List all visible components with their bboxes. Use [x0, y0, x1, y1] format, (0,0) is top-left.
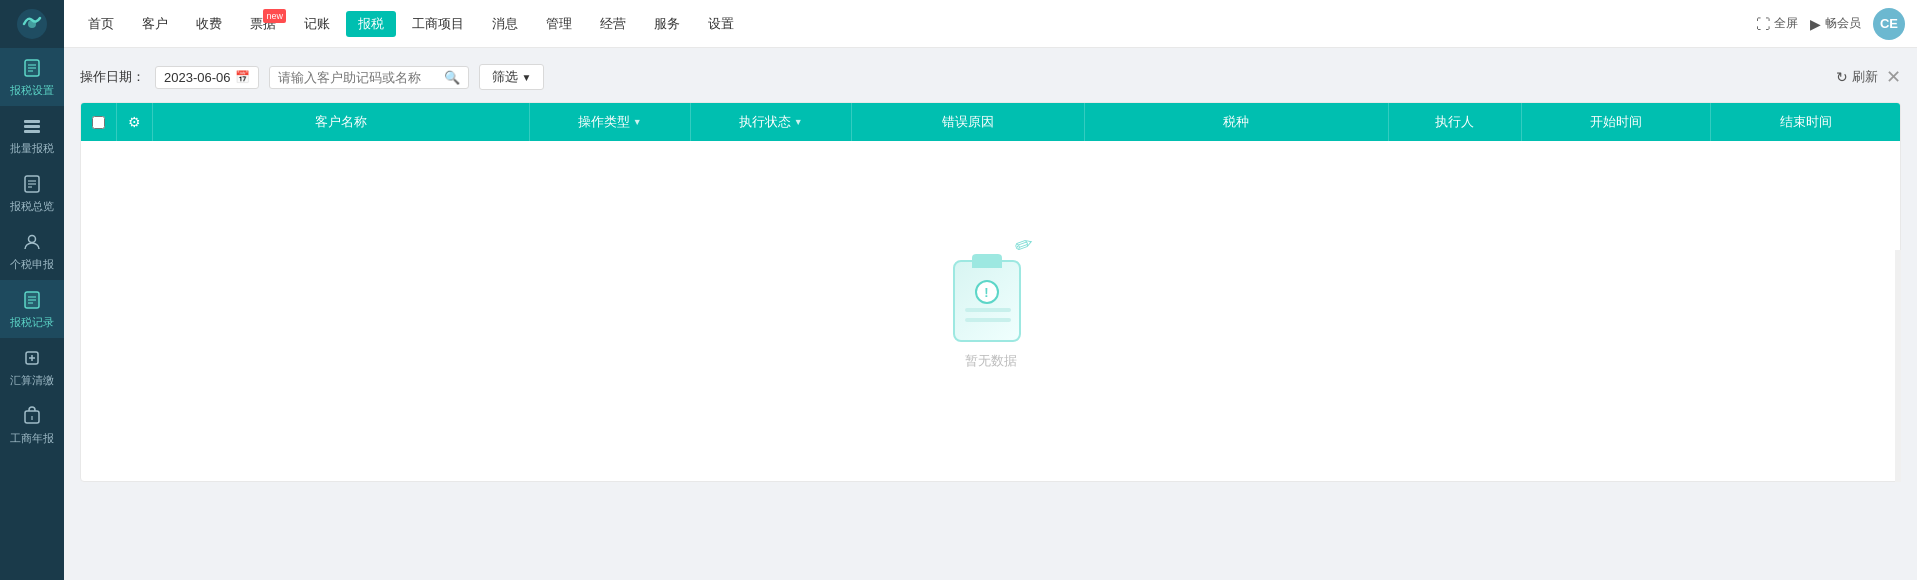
gear-icon: ⚙ [128, 114, 141, 130]
clipboard-body: ! [953, 260, 1021, 342]
sidebar-item-label: 报税总览 [10, 199, 54, 214]
nav-customer[interactable]: 客户 [130, 11, 180, 37]
sidebar-item-label: 个税申报 [10, 257, 54, 272]
sidebar-item-batch-tax[interactable]: 批量报税 [0, 106, 64, 164]
chevron-down-icon: ▼ [522, 72, 532, 83]
clipboard-clip [972, 254, 1002, 268]
annual-report-icon [20, 404, 44, 428]
nav-messages[interactable]: 消息 [480, 11, 530, 37]
nav-billing[interactable]: 收费 [184, 11, 234, 37]
th-end-time: 结束时间 [1711, 103, 1900, 141]
tax-records-icon [20, 288, 44, 312]
filter-button[interactable]: 筛选 ▼ [479, 64, 545, 90]
sidebar-item-tax-records[interactable]: 报税记录 [0, 280, 64, 338]
filter-sort-icon: ▼ [794, 117, 803, 127]
tax-overview-icon [20, 172, 44, 196]
sidebar-item-label: 报税记录 [10, 315, 54, 330]
user-avatar[interactable]: CE [1873, 8, 1905, 40]
search-wrapper: 🔍 [269, 66, 469, 89]
nav-tax[interactable]: 报税 [346, 11, 396, 37]
calendar-icon: 📅 [235, 70, 250, 84]
table-header: ⚙ 客户名称 操作类型 ▼ 执行状态 ▼ [81, 103, 1900, 141]
refresh-icon: ↻ [1836, 69, 1848, 85]
th-checkbox[interactable] [81, 103, 117, 141]
main-content: 首页 客户 收费 票据 new 记账 报税 工商项目 消息 管理 经营 服务 设… [64, 0, 1917, 580]
sidebar-item-label: 汇算清缴 [10, 373, 54, 388]
page-area: 操作日期： 2023-06-06 📅 🔍 筛选 ▼ ↻ 刷新 [64, 48, 1917, 580]
sidebar-item-tax-settings[interactable]: 报税设置 [0, 48, 64, 106]
th-executor: 执行人 [1389, 103, 1521, 141]
fullscreen-label: 全屏 [1774, 15, 1798, 32]
svg-point-13 [29, 236, 36, 243]
table-body-empty: ✏ ! [81, 141, 1900, 481]
data-table: ⚙ 客户名称 操作类型 ▼ 执行状态 ▼ [80, 102, 1901, 482]
svg-rect-8 [24, 130, 40, 133]
sidebar-item-annual-report[interactable]: 工商年报 [0, 396, 64, 454]
svg-rect-7 [24, 125, 40, 128]
sidebar: 报税设置 批量报税 报税总览 [0, 0, 64, 580]
th-start-time: 开始时间 [1522, 103, 1712, 141]
search-icon[interactable]: 🔍 [444, 70, 460, 85]
app-logo [0, 0, 64, 48]
pencil-icon: ✏ [1011, 230, 1037, 261]
select-all-checkbox[interactable] [92, 116, 105, 129]
sidebar-item-label: 批量报税 [10, 141, 54, 156]
sidebar-item-label: 工商年报 [10, 431, 54, 446]
clipboard-lines [965, 308, 1011, 322]
nav-items: 首页 客户 收费 票据 new 记账 报税 工商项目 消息 管理 经营 服务 设… [76, 11, 1756, 37]
nav-services[interactable]: 服务 [642, 11, 692, 37]
fullscreen-button[interactable]: ⛶ 全屏 [1756, 15, 1798, 32]
date-filter-label: 操作日期： [80, 68, 145, 86]
exclamation-icon: ! [975, 280, 999, 304]
date-value: 2023-06-06 [164, 70, 231, 85]
nav-home[interactable]: 首页 [76, 11, 126, 37]
sidebar-item-label: 报税设置 [10, 83, 54, 98]
filter-label: 筛选 [492, 68, 518, 86]
filter-bar: 操作日期： 2023-06-06 📅 🔍 筛选 ▼ ↻ 刷新 [80, 64, 1901, 90]
empty-state-text: 暂无数据 [965, 352, 1017, 370]
personal-tax-icon [20, 230, 44, 254]
nav-operations[interactable]: 经营 [588, 11, 638, 37]
video-icon: ▶ [1810, 16, 1821, 32]
sidebar-item-tax-overview[interactable]: 报税总览 [0, 164, 64, 222]
svg-rect-6 [24, 120, 40, 123]
th-error-reason: 错误原因 [852, 103, 1085, 141]
th-op-type[interactable]: 操作类型 ▼ [530, 103, 691, 141]
svg-point-1 [28, 20, 36, 28]
sidebar-item-settlement[interactable]: 汇算清缴 [0, 338, 64, 396]
close-button[interactable]: ✕ [1886, 66, 1901, 88]
filter-sort-icon: ▼ [633, 117, 642, 127]
th-exec-status[interactable]: 执行状态 ▼ [691, 103, 852, 141]
search-input[interactable] [278, 70, 438, 85]
nav-accounts[interactable]: 记账 [292, 11, 342, 37]
member-button[interactable]: ▶ 畅会员 [1810, 15, 1861, 32]
filter-right-group: ↻ 刷新 ✕ [1836, 66, 1901, 88]
topnav-right: ⛶ 全屏 ▶ 畅会员 CE [1756, 8, 1905, 40]
member-label: 畅会员 [1825, 15, 1861, 32]
date-picker[interactable]: 2023-06-06 📅 [155, 66, 259, 89]
th-tax-type: 税种 [1085, 103, 1390, 141]
batch-tax-icon [20, 114, 44, 138]
nav-business[interactable]: 工商项目 [400, 11, 476, 37]
scrollbar[interactable] [1895, 250, 1901, 482]
top-navigation: 首页 客户 收费 票据 new 记账 报税 工商项目 消息 管理 经营 服务 设… [64, 0, 1917, 48]
refresh-label: 刷新 [1852, 68, 1878, 86]
content-main: 操作日期： 2023-06-06 📅 🔍 筛选 ▼ ↻ 刷新 [64, 48, 1917, 580]
refresh-button[interactable]: ↻ 刷新 [1836, 68, 1878, 86]
th-customer-name: 客户名称 [153, 103, 530, 141]
fullscreen-icon: ⛶ [1756, 16, 1770, 32]
tax-settings-icon [20, 56, 44, 80]
nav-management[interactable]: 管理 [534, 11, 584, 37]
empty-illustration: ✏ ! [941, 232, 1041, 342]
sidebar-item-personal-tax[interactable]: 个税申报 [0, 222, 64, 280]
th-gear[interactable]: ⚙ [117, 103, 153, 141]
new-badge: new [263, 9, 286, 23]
nav-settings[interactable]: 设置 [696, 11, 746, 37]
nav-invoice[interactable]: 票据 new [238, 11, 288, 37]
settlement-icon [20, 346, 44, 370]
table-wrapper: ⚙ 客户名称 操作类型 ▼ 执行状态 ▼ [80, 102, 1901, 482]
